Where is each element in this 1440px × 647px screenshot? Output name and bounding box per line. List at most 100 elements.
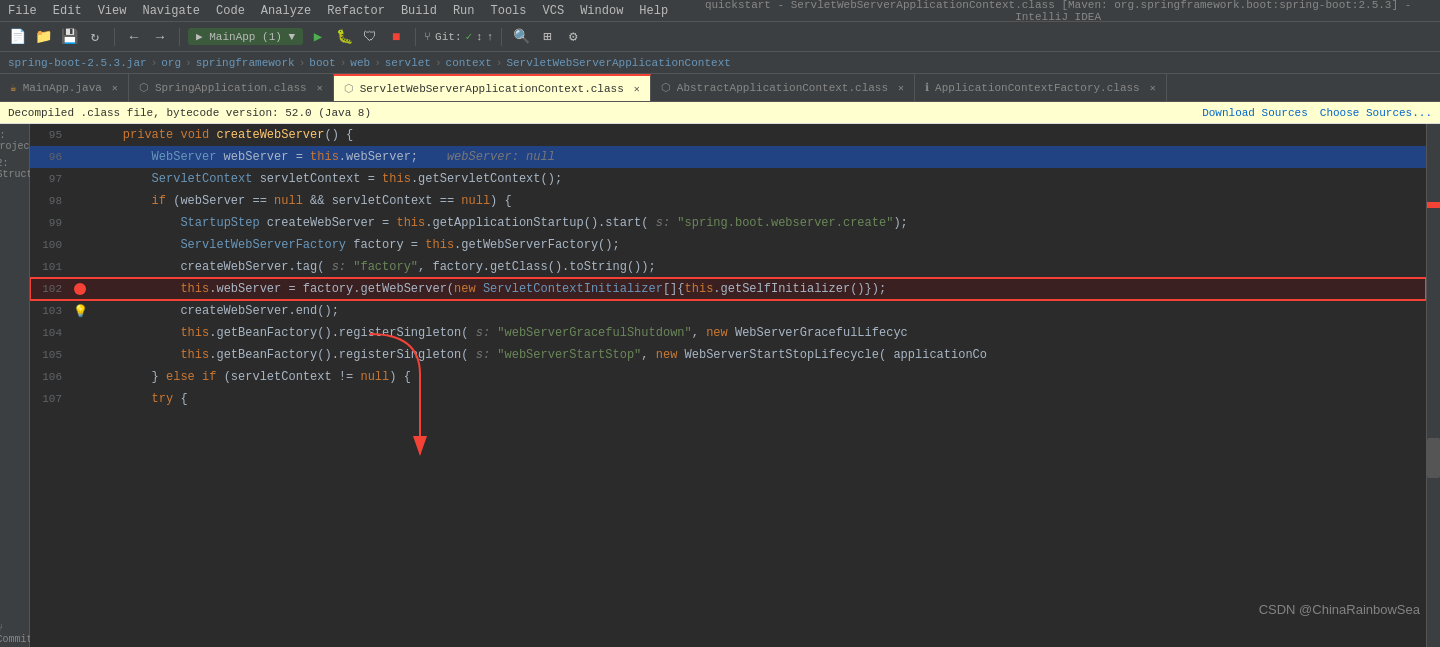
line-code-102: this.webServer = factory.getWebServer(ne… — [90, 282, 1426, 296]
code-line-104: 104 this.getBeanFactory().registerSingle… — [30, 322, 1426, 344]
line-code-107: try { — [90, 392, 1426, 406]
git-status: ⑂ Git: ✓ ↕ ↑ — [424, 30, 493, 43]
breadcrumb-servlet[interactable]: servlet — [385, 57, 431, 69]
gutter-102 — [70, 283, 90, 295]
code-line-103: 103 💡 createWebServer.end(); — [30, 300, 1426, 322]
breadcrumb-org[interactable]: org — [161, 57, 181, 69]
line-code-100: ServletWebServerFactory factory = this.g… — [90, 238, 1426, 252]
menu-window[interactable]: Window — [580, 4, 623, 18]
toolbar-forward[interactable]: → — [149, 26, 171, 48]
line-num-103: 103 — [30, 305, 70, 317]
code-line-99: 99 StartupStep createWebServer = this.ge… — [30, 212, 1426, 234]
scroll-thumb[interactable] — [1427, 438, 1440, 478]
menu-vcs[interactable]: VCS — [543, 4, 565, 18]
breadcrumb-springframework[interactable]: springframework — [196, 57, 295, 69]
download-sources-link[interactable]: Download Sources — [1202, 107, 1308, 119]
git-sync: ↕ — [476, 31, 483, 43]
toolbar-refresh[interactable]: ↻ — [84, 26, 106, 48]
line-code-103: createWebServer.end(); — [90, 304, 1426, 318]
line-num-106: 106 — [30, 371, 70, 383]
toolbar-search[interactable]: 🔍 — [510, 26, 532, 48]
line-num-100: 100 — [30, 239, 70, 251]
tab-spring-icon: ⬡ — [139, 81, 149, 94]
tab-factory-icon: ℹ — [925, 81, 929, 94]
menu-help[interactable]: Help — [639, 4, 668, 18]
line-num-101: 101 — [30, 261, 70, 273]
line-num-96: 96 — [30, 151, 70, 163]
toolbar: 📄 📁 💾 ↻ ← → ▶ MainApp (1) ▼ ▶ 🐛 🛡 ■ ⑂ Gi… — [0, 22, 1440, 52]
breadcrumb: spring-boot-2.5.3.jar › org › springfram… — [0, 52, 1440, 74]
line-code-101: createWebServer.tag( s: "factory", facto… — [90, 260, 1426, 274]
menu-file[interactable]: File — [8, 4, 37, 18]
breadcrumb-jar[interactable]: spring-boot-2.5.3.jar — [8, 57, 147, 69]
tab-mainapp[interactable]: ☕ MainApp.java ✕ — [0, 74, 129, 101]
menu-code[interactable]: Code — [216, 4, 245, 18]
line-num-104: 104 — [30, 327, 70, 339]
code-line-101: 101 createWebServer.tag( s: "factory", f… — [30, 256, 1426, 278]
tab-servlet[interactable]: ⬡ ServletWebServerApplicationContext.cla… — [334, 74, 651, 101]
breadcrumb-context[interactable]: context — [446, 57, 492, 69]
menu-view[interactable]: View — [98, 4, 127, 18]
code-line-97: 97 ServletContext servletContext = this.… — [30, 168, 1426, 190]
tab-spring-close[interactable]: ✕ — [317, 82, 323, 94]
run-config-label: MainApp (1) — [209, 31, 282, 43]
bulb-103[interactable]: 💡 — [73, 304, 88, 319]
line-code-106: } else if (servletContext != null) { — [90, 370, 1426, 384]
sidebar-structure[interactable]: 2:Struct — [2, 156, 28, 182]
run-config-selector[interactable]: ▶ MainApp (1) ▼ — [188, 28, 303, 45]
menu-edit[interactable]: Edit — [53, 4, 82, 18]
toolbar-save[interactable]: 💾 — [58, 26, 80, 48]
code-line-106: 106 } else if (servletContext != null) { — [30, 366, 1426, 388]
tab-spring-label: SpringApplication.class — [155, 82, 307, 94]
toolbar-back[interactable]: ← — [123, 26, 145, 48]
line-num-95: 95 — [30, 129, 70, 141]
code-content[interactable]: 95 private void createWebServer() { 96 W… — [30, 124, 1426, 647]
sidebar-commit[interactable]: ⑂Commit — [2, 621, 28, 647]
code-line-100: 100 ServletWebServerFactory factory = th… — [30, 234, 1426, 256]
gutter-103: 💡 — [70, 304, 90, 319]
line-code-104: this.getBeanFactory().registerSingleton(… — [90, 326, 1426, 340]
menu-analyze[interactable]: Analyze — [261, 4, 311, 18]
breadcrumb-web[interactable]: web — [350, 57, 370, 69]
choose-sources-link[interactable]: Choose Sources... — [1320, 107, 1432, 119]
line-code-97: ServletContext servletContext = this.get… — [90, 172, 1426, 186]
main-layout: 1:Project 2:Struct ⑂Commit 95 private vo… — [0, 124, 1440, 647]
tab-abstract[interactable]: ⬡ AbstractApplicationContext.class ✕ — [651, 74, 915, 101]
sidebar-project[interactable]: 1:Project — [2, 128, 28, 154]
stop-button[interactable]: ■ — [385, 26, 407, 48]
code-line-102: 102 this.webServer = factory.getWebServe… — [30, 278, 1426, 300]
right-scrollbar[interactable] — [1426, 124, 1440, 647]
menu-build[interactable]: Build — [401, 4, 437, 18]
menu-refactor[interactable]: Refactor — [327, 4, 385, 18]
line-code-96: WebServer webServer = this.webServer; we… — [90, 150, 1426, 164]
debug-button[interactable]: 🐛 — [333, 26, 355, 48]
tab-factory-close[interactable]: ✕ — [1150, 82, 1156, 94]
toolbar-find-usages[interactable]: ⊞ — [536, 26, 558, 48]
tab-factory[interactable]: ℹ ApplicationContextFactory.class ✕ — [915, 74, 1167, 101]
sep3 — [415, 28, 416, 46]
breadcrumb-boot[interactable]: boot — [309, 57, 335, 69]
tab-abstract-icon: ⬡ — [661, 81, 671, 94]
tab-mainapp-icon: ☕ — [10, 81, 17, 94]
tab-factory-label: ApplicationContextFactory.class — [935, 82, 1140, 94]
decompiled-links: Download Sources Choose Sources... — [1202, 107, 1432, 119]
run-config-icon: ▶ — [196, 31, 203, 43]
toolbar-settings[interactable]: ⚙ — [562, 26, 584, 48]
toolbar-open[interactable]: 📁 — [32, 26, 54, 48]
menu-run[interactable]: Run — [453, 4, 475, 18]
run-button[interactable]: ▶ — [307, 26, 329, 48]
coverage-button[interactable]: 🛡 — [359, 26, 381, 48]
tab-spring[interactable]: ⬡ SpringApplication.class ✕ — [129, 74, 334, 101]
line-code-105: this.getBeanFactory().registerSingleton(… — [90, 348, 1426, 362]
menu-tools[interactable]: Tools — [491, 4, 527, 18]
git-icon: ⑂ — [424, 31, 431, 43]
toolbar-new[interactable]: 📄 — [6, 26, 28, 48]
tab-servlet-close[interactable]: ✕ — [634, 83, 640, 95]
bookmark-102 — [74, 283, 86, 295]
breadcrumb-class[interactable]: ServletWebServerApplicationContext — [506, 57, 730, 69]
tab-abstract-close[interactable]: ✕ — [898, 82, 904, 94]
line-num-99: 99 — [30, 217, 70, 229]
line-code-95: private void createWebServer() { — [90, 128, 1426, 142]
tab-mainapp-close[interactable]: ✕ — [112, 82, 118, 94]
menu-navigate[interactable]: Navigate — [142, 4, 200, 18]
